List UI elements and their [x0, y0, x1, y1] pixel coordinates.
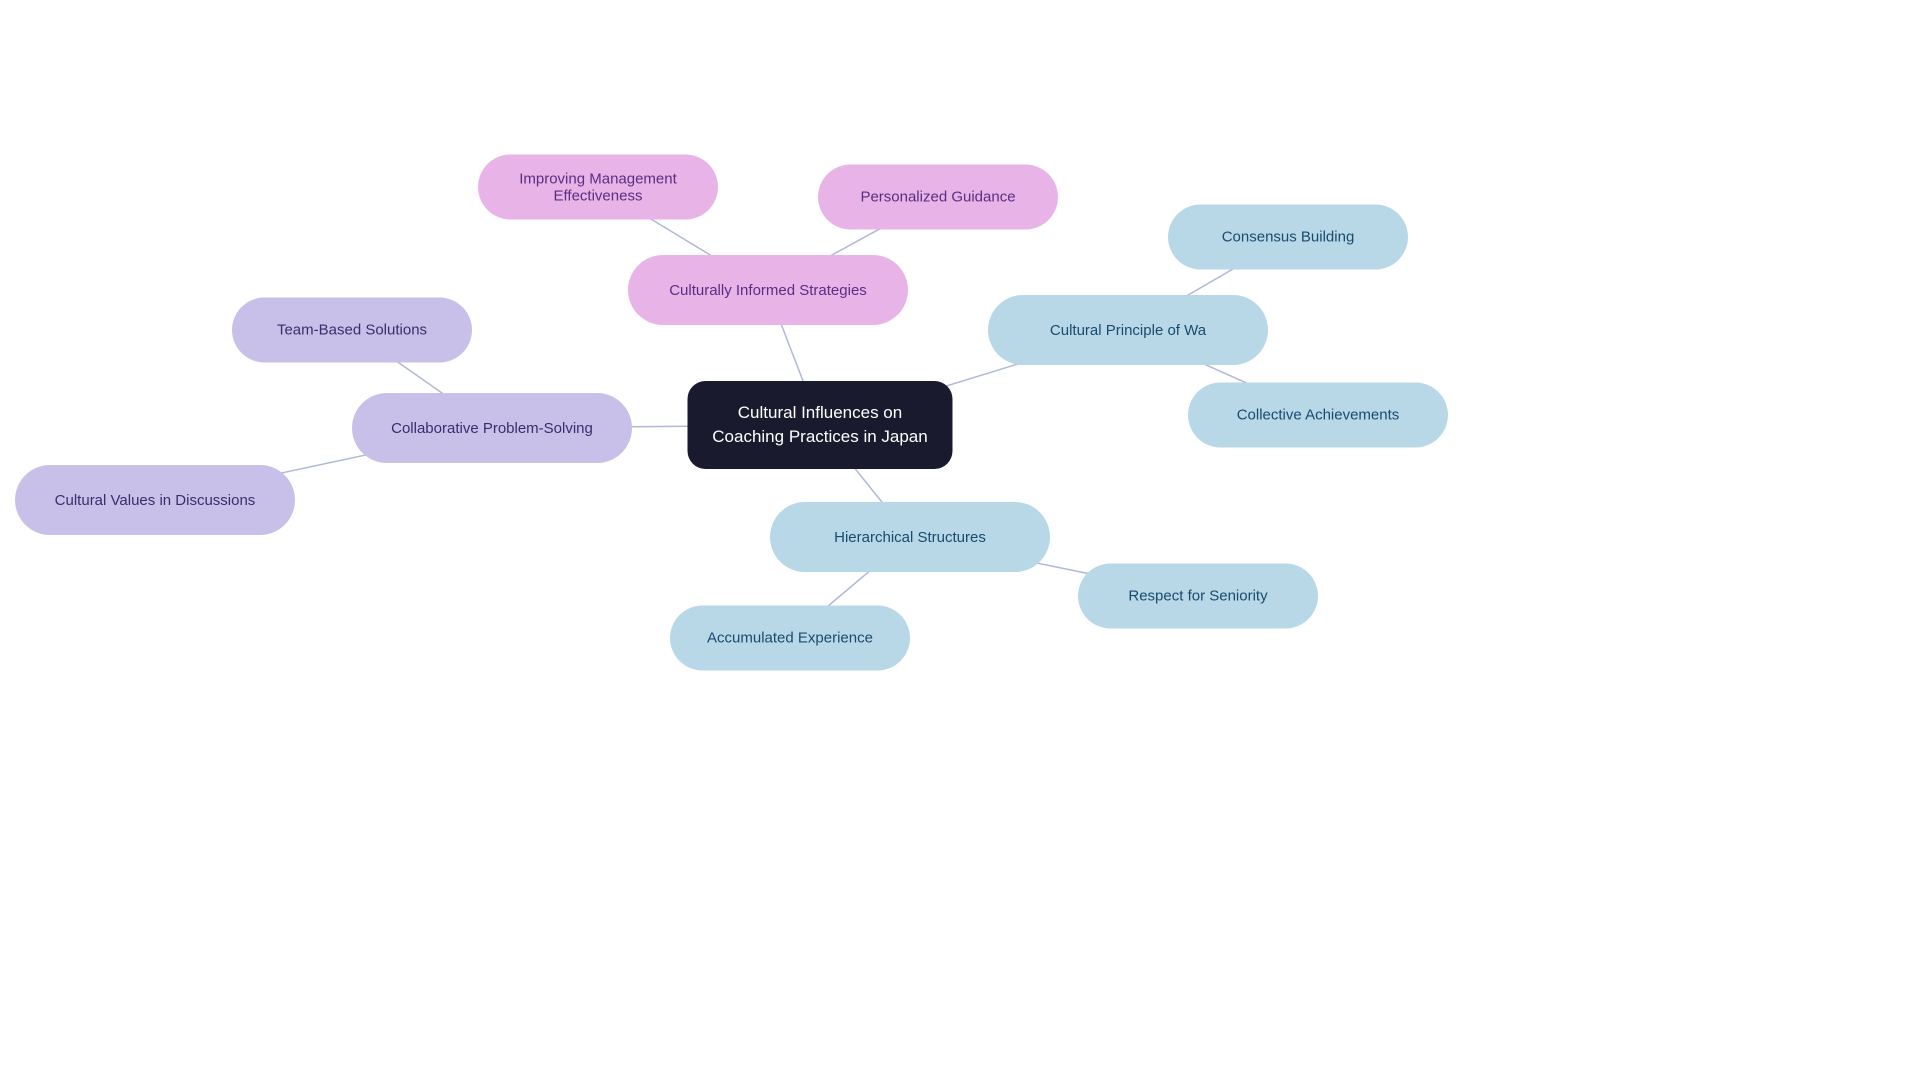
improving-mgmt-node: Improving Management Effectiveness	[478, 155, 718, 220]
cultural-wa-label: Cultural Principle of Wa	[1050, 322, 1206, 339]
culturally-informed-label: Culturally Informed Strategies	[669, 282, 867, 299]
personalized-guidance-node: Personalized Guidance	[818, 165, 1058, 230]
center-node: Cultural Influences on Coaching Practice…	[688, 381, 953, 469]
accumulated-node: Accumulated Experience	[670, 606, 910, 671]
consensus-node: Consensus Building	[1168, 205, 1408, 270]
collective-node: Collective Achievements	[1188, 383, 1448, 448]
collective-label: Collective Achievements	[1237, 407, 1400, 424]
culturally-informed-node: Culturally Informed Strategies	[628, 255, 908, 325]
hierarchical-label: Hierarchical Structures	[834, 529, 986, 546]
accumulated-label: Accumulated Experience	[707, 630, 873, 647]
cultural-wa-node: Cultural Principle of Wa	[988, 295, 1268, 365]
center-label: Cultural Influences on Coaching Practice…	[712, 401, 927, 449]
respect-label: Respect for Seniority	[1128, 588, 1267, 605]
collaborative-node: Collaborative Problem-Solving	[352, 393, 632, 463]
team-based-node: Team-Based Solutions	[232, 298, 472, 363]
respect-seniority-node: Respect for Seniority	[1078, 564, 1318, 629]
personalized-label: Personalized Guidance	[860, 189, 1015, 206]
collaborative-label: Collaborative Problem-Solving	[391, 420, 593, 437]
team-based-label: Team-Based Solutions	[277, 322, 427, 339]
consensus-label: Consensus Building	[1222, 229, 1355, 246]
improving-mgmt-label: Improving Management Effectiveness	[494, 170, 702, 204]
hierarchical-node: Hierarchical Structures	[770, 502, 1050, 572]
cultural-values-node: Cultural Values in Discussions	[15, 465, 295, 535]
cultural-values-label: Cultural Values in Discussions	[55, 492, 256, 509]
